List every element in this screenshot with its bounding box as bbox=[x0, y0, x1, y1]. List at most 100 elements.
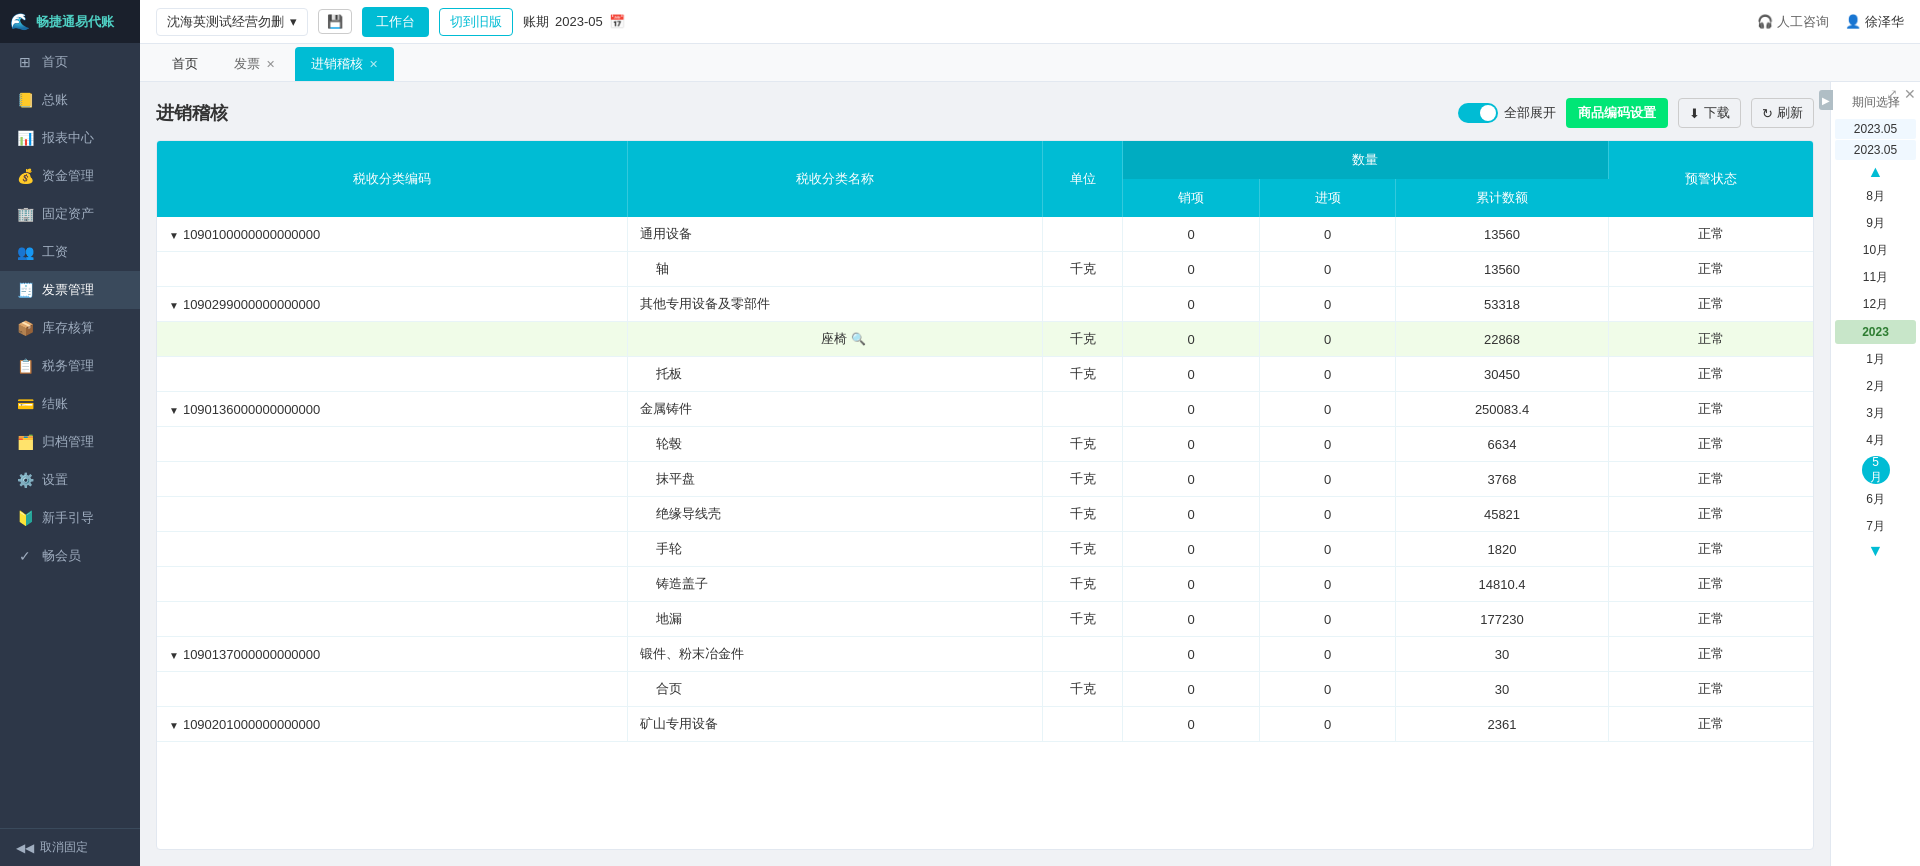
expand-icon[interactable]: ▼ bbox=[169, 720, 179, 731]
sidebar-item-funds[interactable]: 💰 资金管理 bbox=[0, 157, 140, 195]
td-code bbox=[157, 322, 628, 357]
td-jin: 0 bbox=[1259, 497, 1396, 532]
tab-reconcile-close-icon[interactable]: ✕ bbox=[369, 58, 378, 71]
td-total: 30 bbox=[1396, 637, 1608, 672]
td-total: 6634 bbox=[1396, 427, 1608, 462]
expand-toggle[interactable] bbox=[1458, 103, 1498, 123]
th-status: 预警状态 bbox=[1608, 141, 1813, 217]
period-display: 账期 2023-05 📅 bbox=[523, 13, 625, 31]
td-total: 30 bbox=[1396, 672, 1608, 707]
sidebar-item-label: 税务管理 bbox=[42, 357, 94, 375]
unpin-icon: ◀◀ bbox=[16, 841, 34, 855]
sidebar-item-label: 结账 bbox=[42, 395, 68, 413]
service-icon: 🎧 bbox=[1757, 14, 1773, 29]
expand-toggle-container: 全部展开 bbox=[1458, 103, 1556, 123]
month-item[interactable]: 12月 bbox=[1835, 291, 1916, 318]
sidebar-item-settlement[interactable]: 💳 结账 bbox=[0, 385, 140, 423]
download-button[interactable]: ⬇ 下载 bbox=[1678, 98, 1741, 128]
expand-icon[interactable]: ▼ bbox=[169, 230, 179, 241]
expand-icon[interactable]: ▼ bbox=[169, 300, 179, 311]
td-unit bbox=[1043, 707, 1123, 742]
td-jin: 0 bbox=[1259, 567, 1396, 602]
company-selector[interactable]: 沈海英测试经营勿删 ▾ bbox=[156, 8, 308, 36]
invoices-icon: 🧾 bbox=[16, 282, 34, 298]
sidebar-item-tax[interactable]: 📋 税务管理 bbox=[0, 347, 140, 385]
period-row-2[interactable]: 2023.05 bbox=[1835, 140, 1916, 160]
topbar-right: 🎧 人工咨询 👤 徐泽华 bbox=[1757, 13, 1904, 31]
month-item[interactable]: 2023 bbox=[1835, 320, 1916, 344]
month-item[interactable]: 2月 bbox=[1835, 373, 1916, 400]
sidebar-unpin-button[interactable]: ◀◀ 取消固定 bbox=[0, 828, 140, 866]
month-item[interactable]: 4月 bbox=[1835, 427, 1916, 454]
refresh-button[interactable]: ↻ 刷新 bbox=[1751, 98, 1814, 128]
month-item[interactable]: 10月 bbox=[1835, 237, 1916, 264]
workspace-button[interactable]: 工作台 bbox=[362, 7, 429, 37]
sidebar-item-archives[interactable]: 🗂️ 归档管理 bbox=[0, 423, 140, 461]
expand-panel-button[interactable]: ⤢ bbox=[1886, 86, 1898, 102]
month-item[interactable]: 1月 bbox=[1835, 346, 1916, 373]
sidebar-item-assets[interactable]: 🏢 固定资产 bbox=[0, 195, 140, 233]
guide-icon: 🔰 bbox=[16, 510, 34, 526]
sidebar-item-label: 归档管理 bbox=[42, 433, 94, 451]
td-xiao: 0 bbox=[1123, 707, 1260, 742]
sidebar-item-payroll[interactable]: 👥 工资 bbox=[0, 233, 140, 271]
tab-reconcile[interactable]: 进销稽核 ✕ bbox=[295, 47, 394, 81]
period-row-1[interactable]: 2023.05 bbox=[1835, 119, 1916, 139]
search-icon[interactable]: 🔍 bbox=[851, 332, 866, 346]
months-list: 8月9月10月11月12月20231月2月3月4月5月6月7月 bbox=[1835, 183, 1916, 540]
save-button[interactable]: 💾 bbox=[318, 9, 352, 34]
sidebar-item-guide[interactable]: 🔰 新手引导 bbox=[0, 499, 140, 537]
td-total: 177230 bbox=[1396, 602, 1608, 637]
month-item[interactable]: 11月 bbox=[1835, 264, 1916, 291]
funds-icon: 💰 bbox=[16, 168, 34, 184]
td-total: 3768 bbox=[1396, 462, 1608, 497]
sidebar-item-member[interactable]: ✓ 畅会员 bbox=[0, 537, 140, 575]
service-label: 人工咨询 bbox=[1777, 13, 1829, 31]
user-menu[interactable]: 👤 徐泽华 bbox=[1845, 13, 1904, 31]
month-item[interactable]: 7月 bbox=[1835, 513, 1916, 540]
td-unit bbox=[1043, 637, 1123, 672]
switch-version-button[interactable]: 切到旧版 bbox=[439, 8, 513, 36]
settlement-icon: 💳 bbox=[16, 396, 34, 412]
settings-icon: ⚙️ bbox=[16, 472, 34, 488]
month-item[interactable]: 9月 bbox=[1835, 210, 1916, 237]
sidebar-item-label: 畅会员 bbox=[42, 547, 81, 565]
td-jin: 0 bbox=[1259, 707, 1396, 742]
td-code: ▼1090136000000000000 bbox=[157, 392, 628, 427]
page-title: 进销稽核 bbox=[156, 101, 228, 125]
month-item[interactable]: 3月 bbox=[1835, 400, 1916, 427]
tab-invoices[interactable]: 发票 ✕ bbox=[218, 47, 291, 81]
expand-icon[interactable]: ▼ bbox=[169, 405, 179, 416]
app-logo: 🌊 畅捷通易代账 bbox=[0, 0, 140, 43]
td-unit: 千克 bbox=[1043, 532, 1123, 567]
product-code-button[interactable]: 商品编码设置 bbox=[1566, 98, 1668, 128]
months-down-arrow[interactable]: ▼ bbox=[1835, 540, 1916, 562]
month-item[interactable]: 5月 bbox=[1862, 456, 1890, 484]
unpin-label: 取消固定 bbox=[40, 839, 88, 856]
sidebar-item-reports[interactable]: 📊 报表中心 bbox=[0, 119, 140, 157]
sidebar-item-label: 首页 bbox=[42, 53, 68, 71]
sidebar-item-inventory[interactable]: 📦 库存核算 bbox=[0, 309, 140, 347]
sidebar-item-ledger[interactable]: 📒 总账 bbox=[0, 81, 140, 119]
tab-invoices-close-icon[interactable]: ✕ bbox=[266, 58, 275, 71]
tab-home[interactable]: 首页 bbox=[156, 47, 214, 81]
td-jin: 0 bbox=[1259, 287, 1396, 322]
sidebar-item-settings[interactable]: ⚙️ 设置 bbox=[0, 461, 140, 499]
calendar-icon[interactable]: 📅 bbox=[609, 14, 625, 29]
table-row: ▼1090137000000000000 锻件、粉末冶金件 0 0 30 正常 bbox=[157, 637, 1813, 672]
months-up-arrow[interactable]: ▲ bbox=[1835, 161, 1916, 183]
td-code bbox=[157, 602, 628, 637]
close-panel-button[interactable]: ✕ bbox=[1904, 86, 1916, 102]
expand-icon[interactable]: ▼ bbox=[169, 650, 179, 661]
download-icon: ⬇ bbox=[1689, 106, 1700, 121]
month-item[interactable]: 8月 bbox=[1835, 183, 1916, 210]
service-button[interactable]: 🎧 人工咨询 bbox=[1757, 13, 1829, 31]
td-total: 53318 bbox=[1396, 287, 1608, 322]
panel-toggle-button[interactable]: ▶ bbox=[1819, 90, 1833, 110]
sidebar-item-invoices[interactable]: 🧾 发票管理 bbox=[0, 271, 140, 309]
td-name: 通用设备 bbox=[628, 217, 1043, 252]
td-jin: 0 bbox=[1259, 217, 1396, 252]
sidebar-item-home[interactable]: ⊞ 首页 bbox=[0, 43, 140, 81]
td-xiao: 0 bbox=[1123, 287, 1260, 322]
month-item[interactable]: 6月 bbox=[1835, 486, 1916, 513]
